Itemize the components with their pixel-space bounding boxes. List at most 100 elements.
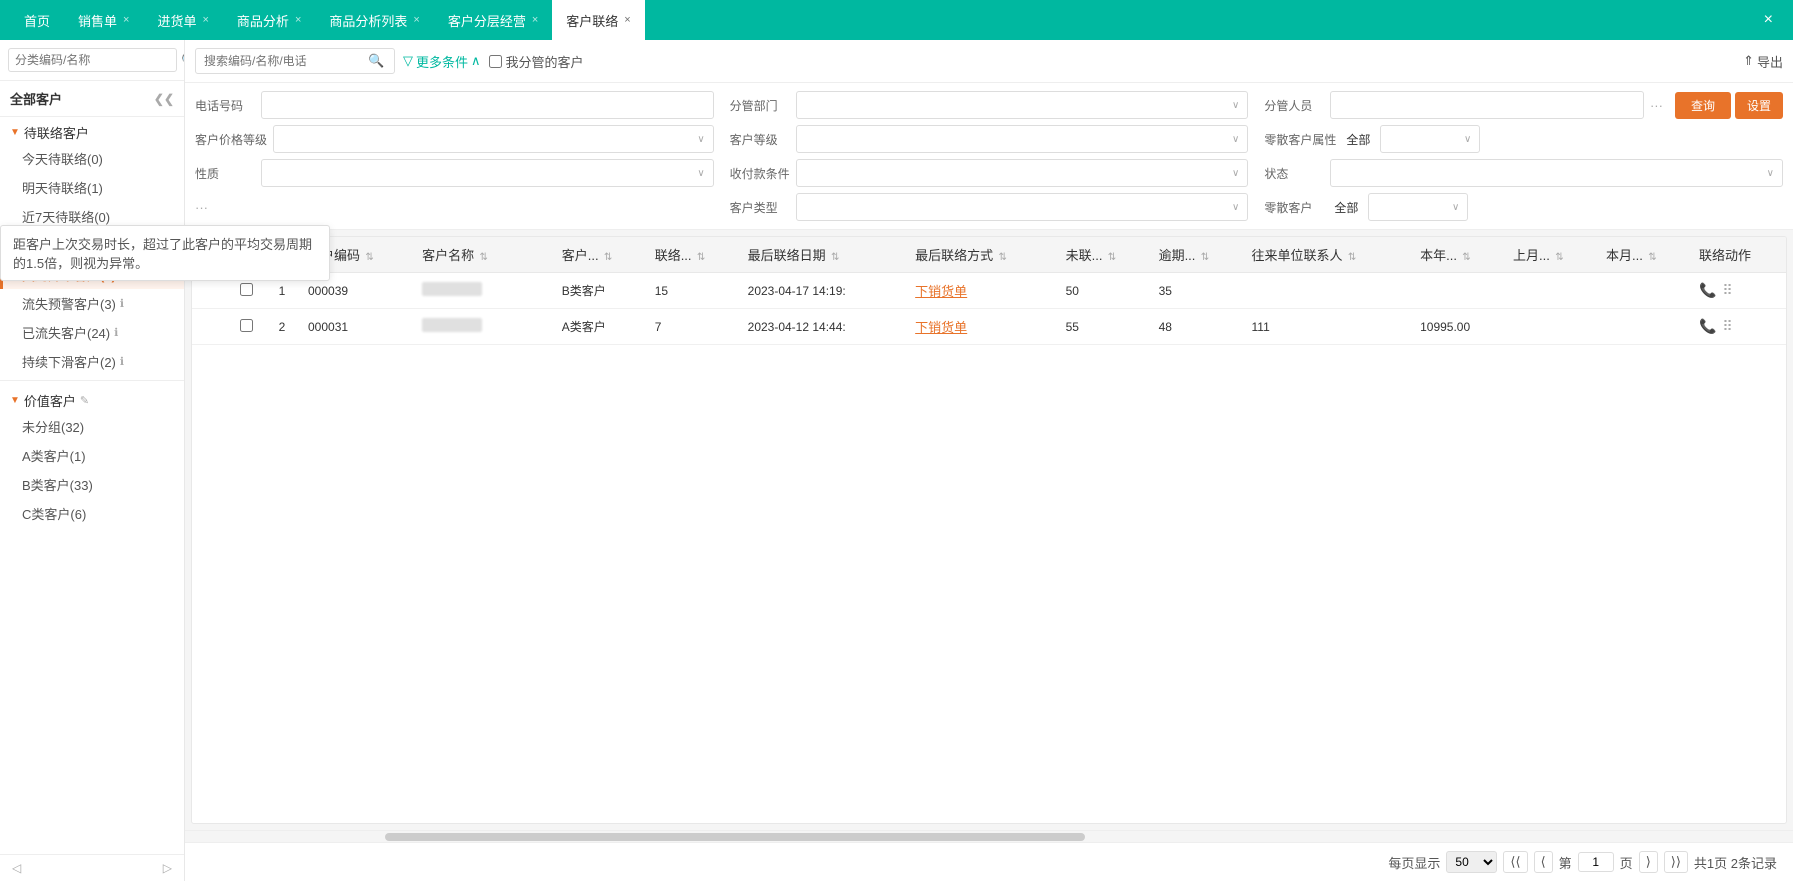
col-thisyear-header[interactable]: 本年... ⇅	[1412, 237, 1505, 273]
filter-dept-select[interactable]: ∨	[796, 91, 1249, 119]
col-lastmethod-header[interactable]: 最后联络方式 ⇅	[907, 237, 1057, 273]
last-method-link[interactable]: 下销货单	[915, 320, 967, 335]
col-overdue-header[interactable]: 逾期... ⇅	[1151, 237, 1244, 273]
my-customer-checkbox-area: 我分管的客户	[489, 52, 584, 71]
more-action-icon[interactable]: ⠿	[1722, 318, 1732, 335]
col-uncontact-header[interactable]: 未联... ⇅	[1058, 237, 1151, 273]
sidebar-item-class-a[interactable]: A类客户(1)	[0, 441, 184, 470]
next-page-button[interactable]: ⟩	[1639, 851, 1658, 873]
nav-home[interactable]: 首页	[10, 0, 64, 40]
row-lastmethod-cell[interactable]: 下销货单	[907, 273, 1057, 309]
filter-manager-select[interactable]	[1330, 91, 1644, 119]
row-action-cell: 📞 ⠿	[1691, 273, 1786, 309]
col-partner-header[interactable]: 往来单位联系人 ⇅	[1244, 237, 1413, 273]
prev-page-button[interactable]: ⟨	[1534, 851, 1553, 873]
close-customer-tier-icon[interactable]: ×	[532, 14, 538, 26]
filter-nature: 性质 ∨	[195, 159, 714, 187]
filter-payment-select[interactable]: ∨	[796, 159, 1249, 187]
filter-bar: 🔍 ▽ 更多条件 ∧ 我分管的客户 ⇑ 导出	[185, 40, 1793, 83]
last-method-link[interactable]: 下销货单	[915, 284, 967, 299]
first-page-button[interactable]: ⟨⟨	[1503, 851, 1527, 873]
export-button[interactable]: ⇑ 导出	[1743, 52, 1783, 71]
col-type-header[interactable]: 客户... ⇅	[554, 237, 647, 273]
filter-action-buttons: 查询 设置	[1675, 92, 1783, 119]
sidebar-divider	[0, 380, 184, 381]
sidebar-scroll-left-icon[interactable]: ◁	[8, 859, 25, 877]
close-purchase-icon[interactable]: ×	[202, 14, 208, 26]
chevron-down-icon5: ∨	[697, 168, 704, 179]
sort-lastmonth-icon: ⇅	[1555, 252, 1563, 263]
col-name-header[interactable]: 客户名称 ⇅	[414, 237, 554, 273]
filter-retail-select[interactable]: ∨	[1380, 125, 1480, 153]
nav-analysis[interactable]: 商品分析 ×	[223, 0, 315, 40]
filter-manager-dots[interactable]: ···	[1650, 98, 1663, 113]
filter-retail-customer: 零散客户 全部 ∨	[1264, 193, 1783, 221]
query-button[interactable]: 查询	[1675, 92, 1731, 119]
sidebar-search-input[interactable]	[8, 48, 177, 72]
nav-purchase[interactable]: 进货单 ×	[143, 0, 222, 40]
sidebar-item-ungroup[interactable]: 未分组(32)	[0, 412, 184, 441]
edit-icon-value[interactable]: ✎	[80, 394, 89, 407]
chevron-down-icon2: ∨	[697, 134, 704, 145]
sidebar-item-lost[interactable]: 已流失客户(24) ℹ	[0, 318, 184, 347]
sidebar-item-tomorrow[interactable]: 明天待联络(1)	[0, 173, 184, 202]
row-checkbox-cell[interactable]	[228, 309, 264, 345]
filter-status-select[interactable]: ∨	[1330, 159, 1783, 187]
close-sales-icon[interactable]: ×	[123, 14, 129, 26]
more-action-icon[interactable]: ⠿	[1722, 282, 1732, 299]
filter-nature-select[interactable]: ∨	[261, 159, 714, 187]
close-customer-contact-icon[interactable]: ×	[624, 14, 630, 26]
info-icon-declining[interactable]: ℹ	[120, 355, 124, 368]
filter-level-select[interactable]: ∨	[796, 125, 1249, 153]
row-lastmethod-cell[interactable]: 下销货单	[907, 309, 1057, 345]
row-checkbox[interactable]	[240, 283, 253, 296]
window-close-button[interactable]: ×	[1754, 11, 1783, 29]
sidebar-collapse-icon[interactable]: ❮❮	[154, 92, 174, 106]
row-checkbox[interactable]	[240, 319, 253, 332]
nav-customer-contact[interactable]: 客户联络 ×	[552, 0, 644, 40]
contact-icon[interactable]: 📞	[1699, 318, 1716, 335]
scrollbar-thumb[interactable]	[385, 833, 1085, 841]
col-thismonth-header[interactable]: 本月... ⇅	[1598, 237, 1691, 273]
filter-search-input[interactable]	[204, 54, 364, 68]
table-row: 1 000039 B类客户 15 2023-04-17 14:19: 下销货单 …	[192, 273, 1786, 309]
sidebar-scroll-right-icon[interactable]: ▷	[159, 859, 176, 877]
more-conditions-button[interactable]: ▽ 更多条件 ∧	[403, 52, 481, 71]
chevron-up-icon: ∧	[471, 53, 481, 69]
filter-price-select[interactable]: ∨	[273, 125, 714, 153]
close-analysis-icon[interactable]: ×	[295, 14, 301, 26]
filter-price-label: 客户价格等级	[195, 131, 267, 148]
filter-type-select[interactable]: ∨	[796, 193, 1249, 221]
filter-manager-label: 分管人员	[1264, 97, 1324, 114]
horizontal-scrollbar[interactable]	[185, 830, 1793, 842]
row-name-cell	[414, 309, 554, 345]
settings-button[interactable]: 设置	[1735, 92, 1783, 119]
sidebar-item-declining[interactable]: 持续下滑客户(2) ℹ	[0, 347, 184, 376]
sidebar-search-area: 🔍	[0, 40, 184, 81]
sort-thismonth-icon: ⇅	[1648, 252, 1656, 263]
info-icon-lost[interactable]: ℹ	[114, 326, 118, 339]
sidebar-item-class-c[interactable]: C类客户(6)	[0, 499, 184, 528]
sidebar-wait-contact-group[interactable]: ▼ 待联络客户	[0, 117, 184, 144]
filter-extra-dots[interactable]: ···	[195, 200, 208, 215]
filter-retail2-select[interactable]: ∨	[1368, 193, 1468, 221]
nav-analysis-list[interactable]: 商品分析列表 ×	[315, 0, 433, 40]
nav-sales[interactable]: 销售单 ×	[64, 0, 143, 40]
last-page-button[interactable]: ⟩⟩	[1664, 851, 1688, 873]
info-icon-loss[interactable]: ℹ	[120, 297, 124, 310]
contact-icon[interactable]: 📞	[1699, 282, 1716, 299]
close-analysis-list-icon[interactable]: ×	[413, 14, 419, 26]
sidebar-item-loss-warning[interactable]: 流失预警客户(3) ℹ	[0, 289, 184, 318]
sidebar-item-today[interactable]: 今天待联络(0)	[0, 144, 184, 173]
col-lastdate-header[interactable]: 最后联络日期 ⇅	[740, 237, 908, 273]
sidebar-item-class-b[interactable]: B类客户(33)	[0, 470, 184, 499]
col-lastmonth-header[interactable]: 上月... ⇅	[1505, 237, 1598, 273]
sort-lastdate-icon: ⇅	[831, 252, 839, 263]
nav-customer-tier[interactable]: 客户分层经营 ×	[434, 0, 552, 40]
my-customer-checkbox[interactable]	[489, 55, 502, 68]
per-page-select[interactable]: 50 100 200	[1446, 851, 1497, 873]
filter-phone-input[interactable]	[261, 91, 714, 119]
page-number-input[interactable]: 1	[1578, 852, 1614, 872]
sidebar-value-customer-group[interactable]: ▼ 价值客户 ✎	[0, 385, 184, 412]
col-contact-header[interactable]: 联络... ⇅	[647, 237, 740, 273]
